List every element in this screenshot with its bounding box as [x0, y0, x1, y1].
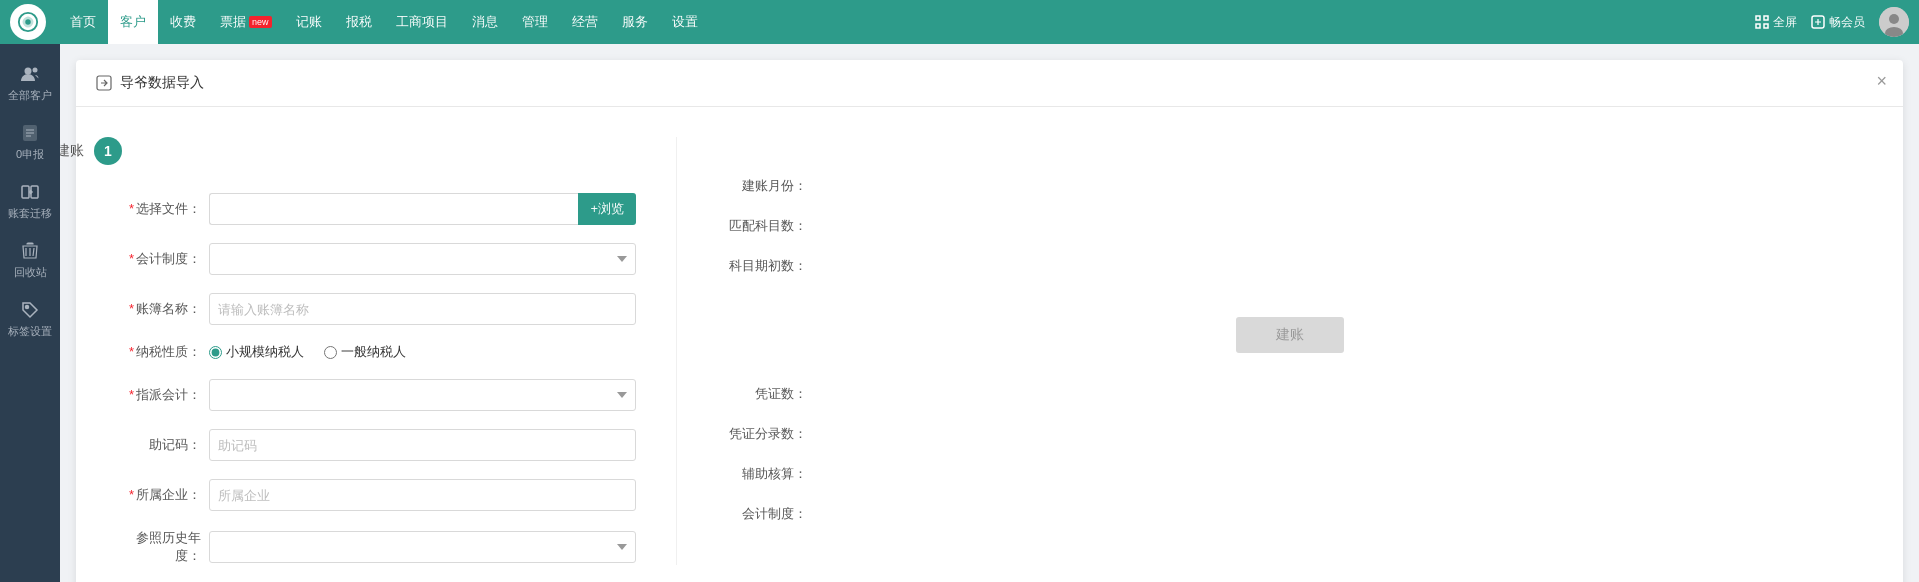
sidebar-item-zero-report[interactable]: 0申报: [0, 113, 60, 172]
nav-manage[interactable]: 管理: [510, 0, 560, 44]
svg-rect-13: [22, 186, 29, 198]
panel-title: 导爷数据导入: [120, 74, 204, 92]
info-accounting-system-label: 会计制度：: [717, 505, 807, 523]
info-section: 建账月份： 匹配科目数： 科目期初数： 建账 凭证数：: [676, 137, 1863, 565]
nav-invoice[interactable]: 票据 new: [208, 0, 284, 44]
sidebar-item-label: 回收站: [14, 265, 47, 280]
form-section: 建账 1 *选择文件： +浏览 *会计制度：: [116, 137, 636, 565]
sidebar-item-label: 全部客户: [8, 88, 52, 103]
nav-tax[interactable]: 报税: [334, 0, 384, 44]
import-icon: [96, 75, 112, 91]
tax-type-row: *纳税性质： 小规模纳税人 一般纳税人: [116, 343, 636, 361]
account-name-label: *账簿名称：: [116, 300, 201, 318]
file-input-group: +浏览: [209, 193, 636, 225]
vouchers-label: 凭证数：: [717, 385, 807, 403]
sidebar-item-label: 0申报: [16, 147, 44, 162]
app-logo[interactable]: [10, 4, 46, 40]
match-subjects-label: 匹配科目数：: [717, 217, 807, 235]
nav-bookkeeping[interactable]: 记账: [284, 0, 334, 44]
build-account-header: 建账 1: [56, 137, 636, 165]
sidebar-item-all-customers[interactable]: 全部客户: [0, 54, 60, 113]
company-input[interactable]: [209, 479, 636, 511]
build-month-row: 建账月份：: [717, 177, 1863, 195]
tax-small-scale-option[interactable]: 小规模纳税人: [209, 343, 304, 361]
accountant-select[interactable]: [209, 379, 636, 411]
file-browse-button[interactable]: +浏览: [578, 193, 636, 225]
user-avatar[interactable]: [1879, 7, 1909, 37]
step-circle: 1: [94, 137, 122, 165]
svg-point-10: [25, 68, 32, 75]
nav-customer[interactable]: 客户: [108, 0, 158, 44]
build-btn-wrapper: 建账: [717, 307, 1863, 353]
sidebar-item-trash[interactable]: 回收站: [0, 231, 60, 290]
memo-input[interactable]: [209, 429, 636, 461]
svg-point-1: [25, 19, 31, 25]
nav-fee[interactable]: 收费: [158, 0, 208, 44]
build-month-label: 建账月份：: [717, 177, 807, 195]
tax-general-option[interactable]: 一般纳税人: [324, 343, 406, 361]
vouchers-row: 凭证数：: [717, 385, 1863, 403]
tax-small-scale-radio[interactable]: [209, 346, 222, 359]
memo-label: 助记码：: [116, 436, 201, 454]
memo-row: 助记码：: [116, 429, 636, 461]
voucher-entries-label: 凭证分录数：: [717, 425, 807, 443]
sidebar: 全部客户 0申报 账套迁移 回收站 标签设置: [0, 44, 60, 582]
tax-type-radio-group: 小规模纳税人 一般纳税人: [209, 343, 406, 361]
tax-type-label: *纳税性质：: [116, 343, 201, 361]
tax-general-radio[interactable]: [324, 346, 337, 359]
accountant-row: *指派会计：: [116, 379, 636, 411]
nav-service[interactable]: 服务: [610, 0, 660, 44]
nav-items: 首页 客户 收费 票据 new 记账 报税 工商项目 消息 管理 经营 服务 设…: [58, 0, 1755, 44]
svg-point-11: [33, 68, 38, 73]
sidebar-item-tag-settings[interactable]: 标签设置: [0, 290, 60, 349]
sidebar-item-label: 标签设置: [8, 324, 52, 339]
nav-message[interactable]: 消息: [460, 0, 510, 44]
file-select-row: *选择文件： +浏览: [116, 193, 636, 225]
file-label: *选择文件：: [116, 200, 201, 218]
period-init-row: 科目期初数：: [717, 257, 1863, 275]
svg-rect-3: [1764, 16, 1768, 20]
nav-operation[interactable]: 经营: [560, 0, 610, 44]
company-row: *所属企业：: [116, 479, 636, 511]
history-year-row: 参照历史年度：: [116, 529, 636, 565]
nav-badge-new: new: [249, 16, 272, 29]
aux-accounting-label: 辅助核算：: [717, 465, 807, 483]
accountant-label: *指派会计：: [116, 386, 201, 404]
svg-rect-4: [1756, 24, 1760, 28]
svg-point-8: [1889, 14, 1899, 24]
nav-business[interactable]: 工商项目: [384, 0, 460, 44]
panel-body: 建账 1 *选择文件： +浏览 *会计制度：: [76, 107, 1903, 582]
build-account-text: 建账: [56, 142, 84, 160]
top-navigation: 首页 客户 收费 票据 new 记账 报税 工商项目 消息 管理 经营 服务 设…: [0, 0, 1919, 44]
svg-rect-2: [1756, 16, 1760, 20]
account-name-row: *账簿名称：: [116, 293, 636, 325]
info-accounting-system-row: 会计制度：: [717, 505, 1863, 523]
aux-accounting-row: 辅助核算：: [717, 465, 1863, 483]
main-content: 导爷数据导入 × 建账 1 *选择文件： +浏览: [60, 44, 1919, 582]
svg-rect-5: [1764, 24, 1768, 28]
import-panel: 导爷数据导入 × 建账 1 *选择文件： +浏览: [76, 60, 1903, 582]
nav-home[interactable]: 首页: [58, 0, 108, 44]
svg-point-15: [26, 306, 29, 309]
accounting-system-label: *会计制度：: [116, 250, 201, 268]
history-year-label: 参照历史年度：: [116, 529, 201, 565]
close-button[interactable]: ×: [1876, 72, 1887, 90]
sidebar-item-label: 账套迁移: [8, 206, 52, 221]
account-name-input[interactable]: [209, 293, 636, 325]
nav-settings[interactable]: 设置: [660, 0, 710, 44]
member-btn[interactable]: 畅会员: [1811, 14, 1865, 31]
fullscreen-btn[interactable]: 全屏: [1755, 14, 1797, 31]
history-year-select[interactable]: [209, 531, 636, 563]
company-label: *所属企业：: [116, 486, 201, 504]
nav-right: 全屏 畅会员: [1755, 7, 1909, 37]
sidebar-item-migrate[interactable]: 账套迁移: [0, 172, 60, 231]
period-init-label: 科目期初数：: [717, 257, 807, 275]
match-subjects-row: 匹配科目数：: [717, 217, 1863, 235]
file-path-input[interactable]: [209, 193, 578, 225]
panel-header: 导爷数据导入: [76, 60, 1903, 107]
accounting-system-row: *会计制度：: [116, 243, 636, 275]
accounting-system-select[interactable]: [209, 243, 636, 275]
build-account-button[interactable]: 建账: [1236, 317, 1344, 353]
voucher-entries-row: 凭证分录数：: [717, 425, 1863, 443]
